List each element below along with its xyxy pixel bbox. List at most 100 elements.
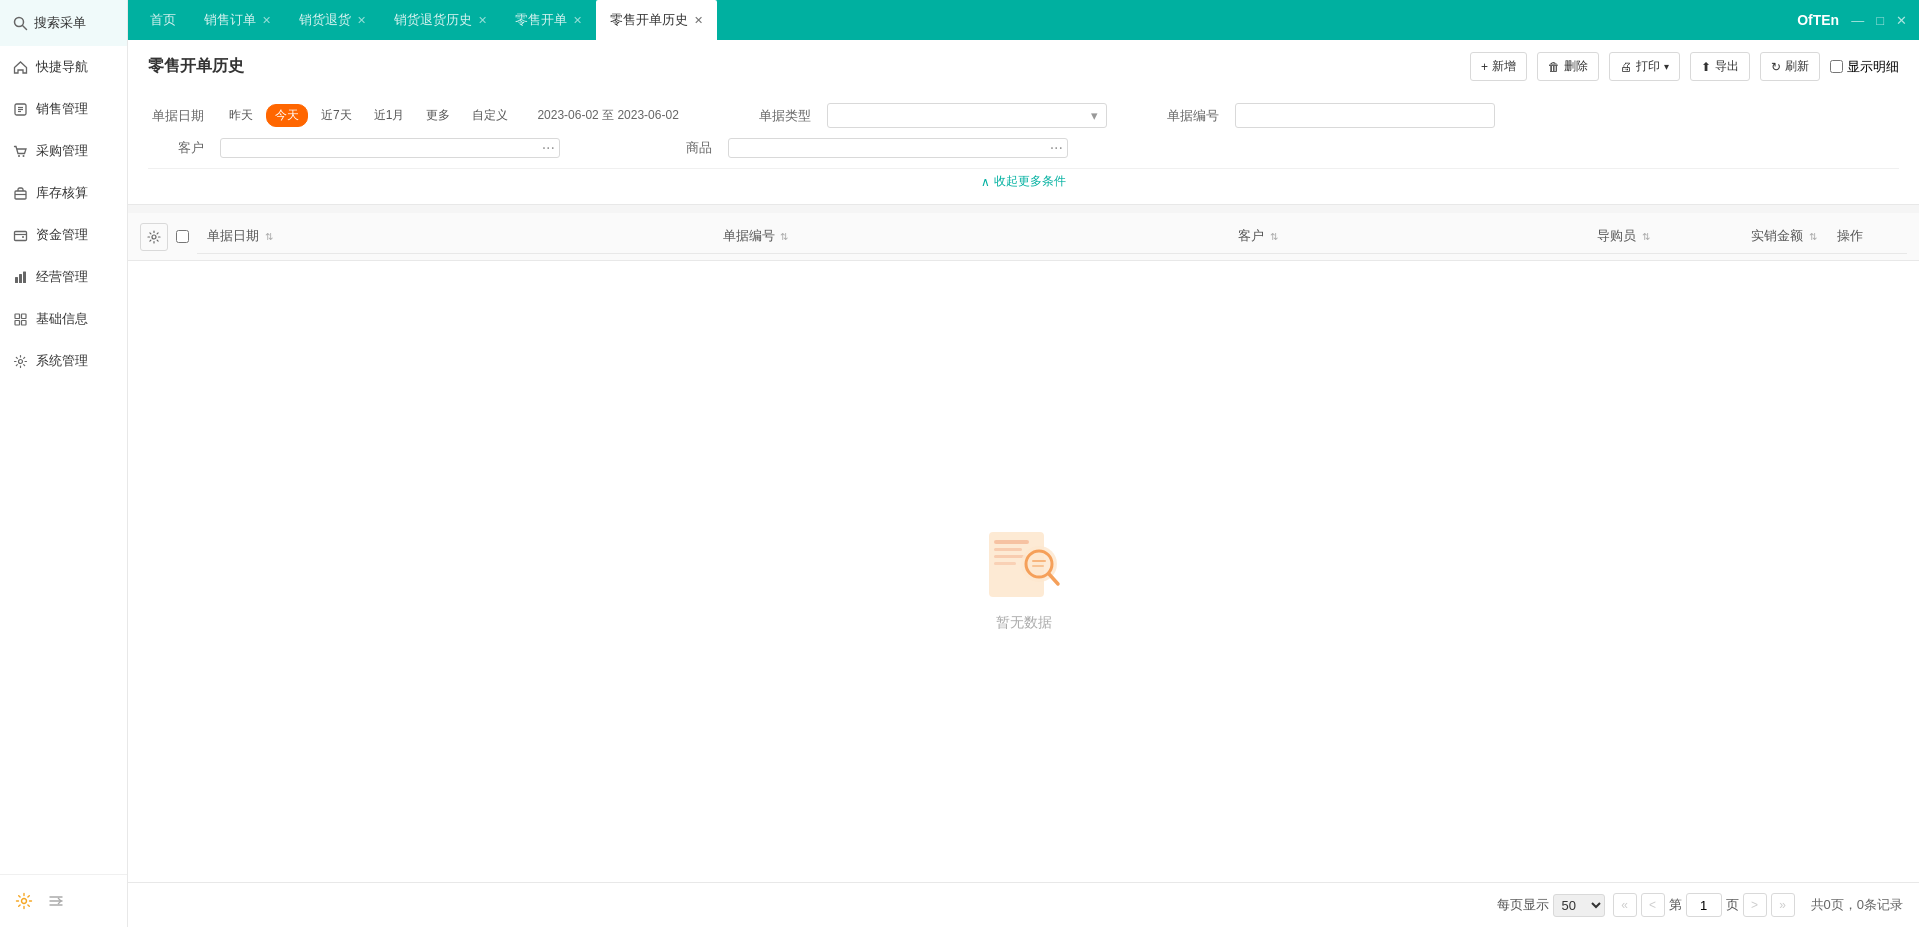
collapse-more-filters[interactable]: ∧ 收起更多条件 — [148, 168, 1899, 194]
date-btn-yesterday[interactable]: 昨天 — [220, 104, 262, 127]
add-icon: + — [1481, 60, 1488, 74]
gear-icon — [12, 353, 28, 369]
table-wrapper: 单据日期 ⇅ 单据编号 ⇅ 客户 ⇅ — [128, 213, 1919, 927]
col-action-label: 操作 — [1837, 228, 1863, 243]
refresh-button[interactable]: ↻ 刷新 — [1760, 52, 1820, 81]
per-page-label: 每页显示 — [1497, 896, 1549, 914]
svg-rect-17 — [15, 320, 20, 325]
sort-amount-icon[interactable]: ⇅ — [1809, 231, 1817, 242]
col-action: 操作 — [1827, 219, 1907, 254]
sort-number-icon[interactable]: ⇅ — [780, 231, 788, 242]
svg-rect-16 — [21, 314, 26, 319]
table-settings-icon[interactable] — [140, 223, 168, 251]
box-icon — [12, 185, 28, 201]
sort-customer-icon[interactable]: ⇅ — [1270, 231, 1278, 242]
product-filter-select[interactable]: ··· — [728, 138, 1068, 158]
sidebar-search[interactable]: 搜索采单 — [0, 0, 127, 46]
sidebar-bottom — [0, 874, 127, 927]
chart-icon — [12, 269, 28, 285]
tab-label: 销货退货历史 — [394, 11, 472, 29]
window-minimize-icon[interactable]: — — [1851, 13, 1864, 28]
page-number-input[interactable] — [1686, 893, 1722, 917]
collapse-label: 收起更多条件 — [994, 173, 1066, 190]
sidebar-item-purchase[interactable]: 采购管理 — [0, 130, 127, 172]
print-button[interactable]: 🖨 打印 ▾ — [1609, 52, 1680, 81]
tab-close-icon[interactable]: ✕ — [694, 14, 703, 27]
total-info: 共0页，0条记录 — [1811, 896, 1903, 914]
tab-close-icon[interactable]: ✕ — [262, 14, 271, 27]
sidebar-item-inventory[interactable]: 库存核算 — [0, 172, 127, 214]
page-header: 零售开单历史 + 新增 🗑 删除 🖨 打印 ▾ — [128, 40, 1919, 205]
add-label: 新增 — [1492, 58, 1516, 75]
sort-guide-icon[interactable]: ⇅ — [1642, 231, 1650, 242]
collapse-sidebar-icon[interactable] — [44, 889, 68, 913]
last-page-btn[interactable]: » — [1771, 893, 1795, 917]
content-area: 零售开单历史 + 新增 🗑 删除 🖨 打印 ▾ — [128, 40, 1919, 927]
sidebar-item-ops[interactable]: 经营管理 — [0, 256, 127, 298]
date-btn-more[interactable]: 更多 — [417, 104, 459, 127]
pagination-nav: « < 第 页 > » — [1613, 893, 1795, 917]
customer-select-value — [221, 144, 538, 152]
svg-rect-18 — [21, 320, 26, 325]
window-maximize-icon[interactable]: □ — [1876, 13, 1884, 28]
collapse-arrow-icon: ∧ — [981, 175, 990, 189]
add-button[interactable]: + 新增 — [1470, 52, 1527, 81]
per-page-selector: 每页显示 50 100 200 — [1497, 894, 1605, 917]
tab-close-icon[interactable]: ✕ — [478, 14, 487, 27]
select-all-checkbox[interactable] — [176, 230, 189, 243]
display-detail-toggle[interactable]: 显示明细 — [1830, 58, 1899, 76]
date-btn-7days[interactable]: 近7天 — [312, 104, 361, 127]
customer-filter-select[interactable]: ··· — [220, 138, 560, 158]
sidebar-item-sales[interactable]: 销售管理 — [0, 88, 127, 130]
settings-bottom-icon[interactable] — [12, 889, 36, 913]
number-filter-input[interactable] — [1235, 103, 1495, 128]
sort-date-icon[interactable]: ⇅ — [265, 231, 273, 242]
empty-state: 暂无数据 — [128, 261, 1919, 882]
empty-text: 暂无数据 — [996, 614, 1052, 632]
export-button[interactable]: ⬆ 导出 — [1690, 52, 1750, 81]
svg-line-32 — [1049, 574, 1058, 584]
svg-point-7 — [22, 155, 24, 157]
sidebar-item-finance[interactable]: 资金管理 — [0, 214, 127, 256]
export-icon: ⬆ — [1701, 60, 1711, 74]
tab-sales-return[interactable]: 销货退货 ✕ — [285, 0, 380, 40]
display-detail-checkbox[interactable] — [1830, 60, 1843, 73]
sidebar-item-label: 快捷导航 — [36, 58, 88, 76]
delete-button[interactable]: 🗑 删除 — [1537, 52, 1599, 81]
svg-rect-28 — [994, 555, 1026, 558]
number-filter-label: 单据编号 — [1163, 107, 1219, 125]
tab-sales-order[interactable]: 销售订单 ✕ — [190, 0, 285, 40]
sidebar-item-basic[interactable]: 基础信息 — [0, 298, 127, 340]
tab-sales-return-history[interactable]: 销货退货历史 ✕ — [380, 0, 501, 40]
sidebar-item-quick-nav[interactable]: 快捷导航 — [0, 46, 127, 88]
export-label: 导出 — [1715, 58, 1739, 75]
tab-retail-open[interactable]: 零售开单 ✕ — [501, 0, 596, 40]
date-range-display: 2023-06-02 至 2023-06-02 — [537, 107, 678, 124]
tab-retail-history[interactable]: 零售开单历史 ✕ — [596, 0, 717, 40]
delete-icon: 🗑 — [1548, 60, 1560, 74]
tab-label: 销售订单 — [204, 11, 256, 29]
type-select-value — [828, 112, 1083, 120]
first-page-btn[interactable]: « — [1613, 893, 1637, 917]
product-dots-icon[interactable]: ··· — [1046, 139, 1067, 157]
type-select-arrow-icon[interactable]: ▾ — [1083, 104, 1106, 127]
date-btn-today[interactable]: 今天 — [266, 104, 308, 127]
date-btn-1month[interactable]: 近1月 — [365, 104, 414, 127]
filter-row-customer: 客户 ··· 商品 ··· — [148, 138, 1899, 158]
customer-dots-icon[interactable]: ··· — [538, 139, 559, 157]
tab-close-icon[interactable]: ✕ — [573, 14, 582, 27]
date-btn-custom[interactable]: 自定义 — [463, 104, 517, 127]
type-filter-select[interactable]: ▾ — [827, 103, 1107, 128]
tab-label: 销货退货 — [299, 11, 351, 29]
tab-home[interactable]: 首页 — [136, 0, 190, 40]
col-amount-label: 实销金额 — [1751, 228, 1803, 243]
per-page-select[interactable]: 50 100 200 — [1553, 894, 1605, 917]
refresh-label: 刷新 — [1785, 58, 1809, 75]
prev-page-btn[interactable]: < — [1641, 893, 1665, 917]
window-close-icon[interactable]: ✕ — [1896, 13, 1907, 28]
tab-close-icon[interactable]: ✕ — [357, 14, 366, 27]
next-page-btn[interactable]: > — [1743, 893, 1767, 917]
tab-bar-right: OfTEn — □ ✕ — [1797, 12, 1911, 28]
sidebar-item-system[interactable]: 系统管理 — [0, 340, 127, 382]
svg-point-20 — [22, 899, 27, 904]
